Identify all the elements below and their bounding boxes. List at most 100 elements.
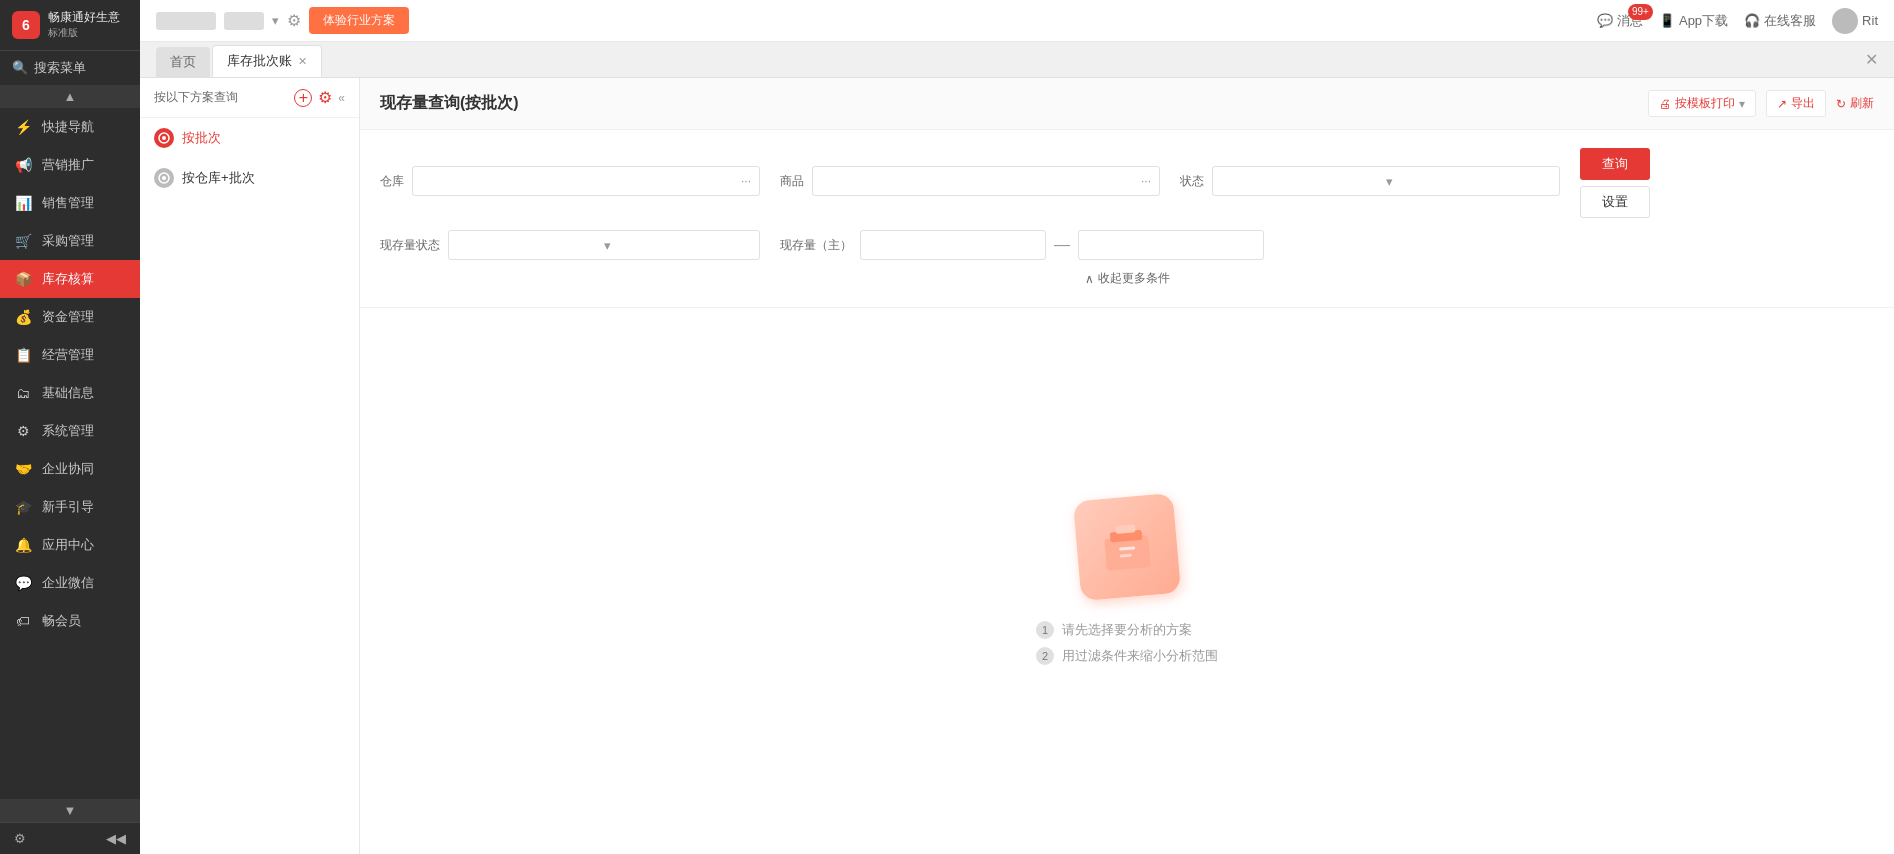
sidebar-scroll-down[interactable]: ▼ xyxy=(0,799,140,822)
goods-input[interactable] xyxy=(821,174,1141,189)
stock-main-min-input-wrap[interactable] xyxy=(860,230,1046,260)
user-avatar-btn[interactable]: Rit xyxy=(1832,8,1878,34)
tab-home[interactable]: 首页 xyxy=(156,47,210,77)
inventory-icon: 📦 xyxy=(14,270,32,288)
sidebar-item-inventory[interactable]: 📦 库存核算 xyxy=(0,260,140,298)
sidebar-item-guide[interactable]: 🎓 新手引导 xyxy=(0,488,140,526)
print-dropdown-icon[interactable]: ▾ xyxy=(1739,97,1745,111)
filter-row-1: 仓库 ··· 商品 ··· 状态 xyxy=(380,144,1874,218)
tabbar: 首页 库存批次账 ✕ ✕ xyxy=(140,42,1894,78)
tabbar-close-all-btn[interactable]: ✕ xyxy=(1865,50,1878,69)
stock-main-max[interactable] xyxy=(1087,238,1255,253)
try-industry-btn[interactable]: 体验行业方案 xyxy=(309,7,409,34)
export-btn[interactable]: ↗ 导出 xyxy=(1766,90,1826,117)
sidebar-item-label: 经营管理 xyxy=(42,346,94,364)
plan-settings-icon[interactable]: ⚙ xyxy=(318,88,332,107)
message-icon: 💬 xyxy=(1597,13,1613,28)
service-icon: 🎧 xyxy=(1744,13,1760,28)
app-download-label: App下载 xyxy=(1679,12,1728,30)
status-select[interactable]: ▾ xyxy=(1212,166,1560,196)
sidebar-item-enterprise[interactable]: 🤝 企业协同 xyxy=(0,450,140,488)
app-download-btn[interactable]: 📱 App下载 xyxy=(1659,12,1728,30)
sidebar-item-label: 企业微信 xyxy=(42,574,94,592)
warehouse-label: 仓库 xyxy=(380,173,404,190)
user-name: Rit xyxy=(1862,13,1878,28)
sidebar-item-label: 快捷导航 xyxy=(42,118,94,136)
sidebar-bottom: ⚙ ◀◀ xyxy=(0,822,140,854)
breadcrumb xyxy=(156,12,264,30)
collapse-label: 收起更多条件 xyxy=(1098,270,1170,287)
main-area: ▾ ⚙ 体验行业方案 💬 消息 99+ 📱 App下载 🎧 在线客服 Rit xyxy=(140,0,1894,854)
tab-home-label: 首页 xyxy=(170,53,196,71)
collapse-icon: ∧ xyxy=(1085,272,1094,286)
warehouse-input[interactable] xyxy=(421,174,741,189)
empty-tips: 1 请先选择要分析的方案 2 用过滤条件来缩小分析范围 xyxy=(1036,621,1218,665)
sidebar-nav: ⚡ 快捷导航 📢 营销推广 📊 销售管理 🛒 采购管理 📦 库存核算 💰 资金管… xyxy=(0,108,140,799)
sidebar-item-label: 企业协同 xyxy=(42,460,94,478)
tab-close-btn[interactable]: ✕ xyxy=(298,55,307,68)
right-action-buttons: 查询 设置 xyxy=(1580,148,1650,218)
tab-inventory-batch[interactable]: 库存批次账 ✕ xyxy=(212,45,322,77)
plan-item-by-batch[interactable]: 按批次 xyxy=(140,118,359,158)
messages-badge: 99+ xyxy=(1628,4,1653,20)
sidebar-item-quick-nav[interactable]: ⚡ 快捷导航 xyxy=(0,108,140,146)
stock-status-chevron: ▾ xyxy=(604,238,751,253)
online-service-btn[interactable]: 🎧 在线客服 xyxy=(1744,12,1816,30)
sidebar-menu-icon[interactable]: ◀◀ xyxy=(106,831,126,846)
warehouse-more-icon[interactable]: ··· xyxy=(741,174,751,188)
stock-status-select[interactable]: ▾ xyxy=(448,230,760,260)
add-plan-btn[interactable]: + xyxy=(294,89,312,107)
sidebar-item-label: 应用中心 xyxy=(42,536,94,554)
warehouse-input-wrap[interactable]: ··· xyxy=(412,166,760,196)
settings-btn[interactable]: 设置 xyxy=(1580,186,1650,218)
tip-number-2: 2 xyxy=(1036,647,1054,665)
sidebar-item-operation[interactable]: 📋 经营管理 xyxy=(0,336,140,374)
query-btn[interactable]: 查询 xyxy=(1580,148,1650,180)
stock-main-max-input-wrap[interactable] xyxy=(1078,230,1264,260)
plan-icon-by-batch xyxy=(154,128,174,148)
marketing-icon: 📢 xyxy=(14,156,32,174)
sidebar-item-system[interactable]: ⚙ 系统管理 xyxy=(0,412,140,450)
plan-item-by-warehouse-batch[interactable]: 按仓库+批次 xyxy=(140,158,359,198)
sidebar-item-wechat[interactable]: 💬 企业微信 xyxy=(0,564,140,602)
sidebar-item-sales[interactable]: 📊 销售管理 xyxy=(0,184,140,222)
sidebar-item-app-center[interactable]: 🔔 应用中心 xyxy=(0,526,140,564)
goods-input-wrap[interactable]: ··· xyxy=(812,166,1160,196)
download-icon: 📱 xyxy=(1659,13,1675,28)
topbar-settings-icon[interactable]: ⚙ xyxy=(287,11,301,30)
app-version: 标准版 xyxy=(48,26,120,40)
sidebar-settings-icon[interactable]: ⚙ xyxy=(14,831,26,846)
finance-icon: 💰 xyxy=(14,308,32,326)
sidebar-item-purchase[interactable]: 🛒 采购管理 xyxy=(0,222,140,260)
filter-warehouse: 仓库 ··· xyxy=(380,166,760,196)
goods-more-icon[interactable]: ··· xyxy=(1141,174,1151,188)
app-name: 畅康通好生意 xyxy=(48,10,120,26)
sidebar-item-basic[interactable]: 🗂 基础信息 xyxy=(0,374,140,412)
sidebar: 6 畅康通好生意 标准版 🔍 搜索菜单 ▲ ⚡ 快捷导航 📢 营销推广 📊 销售… xyxy=(0,0,140,854)
empty-state: 1 请先选择要分析的方案 2 用过滤条件来缩小分析范围 xyxy=(360,308,1894,854)
enterprise-icon: 🤝 xyxy=(14,460,32,478)
goods-label: 商品 xyxy=(780,173,804,190)
sales-icon: 📊 xyxy=(14,194,32,212)
sidebar-item-finance[interactable]: 💰 资金管理 xyxy=(0,298,140,336)
empty-tip-2: 2 用过滤条件来缩小分析范围 xyxy=(1036,647,1218,665)
logo-icon: 6 xyxy=(12,11,40,39)
sidebar-item-member[interactable]: 🏷 畅会员 xyxy=(0,602,140,640)
breadcrumb-dropdown[interactable]: ▾ xyxy=(272,13,279,28)
guide-icon: 🎓 xyxy=(14,498,32,516)
stock-main-min[interactable] xyxy=(869,238,1037,253)
refresh-btn[interactable]: ↻ 刷新 xyxy=(1836,95,1874,112)
left-panel-collapse-btn[interactable]: « xyxy=(338,91,345,105)
system-icon: ⚙ xyxy=(14,422,32,440)
status-label: 状态 xyxy=(1180,173,1204,190)
left-panel-title: 按以下方案查询 xyxy=(154,89,238,106)
search-menu-label: 搜索菜单 xyxy=(34,59,86,77)
print-btn[interactable]: 🖨 按模板打印 ▾ xyxy=(1648,90,1756,117)
sidebar-item-marketing[interactable]: 📢 营销推广 xyxy=(0,146,140,184)
sidebar-scroll-up[interactable]: ▲ xyxy=(0,85,140,108)
filter-collapse-btn[interactable]: ∧ 收起更多条件 xyxy=(380,264,1874,293)
sidebar-item-label: 系统管理 xyxy=(42,422,94,440)
tip-text-2: 用过滤条件来缩小分析范围 xyxy=(1062,647,1218,665)
messages-btn[interactable]: 💬 消息 99+ xyxy=(1597,12,1643,30)
search-menu[interactable]: 🔍 搜索菜单 xyxy=(0,51,140,85)
